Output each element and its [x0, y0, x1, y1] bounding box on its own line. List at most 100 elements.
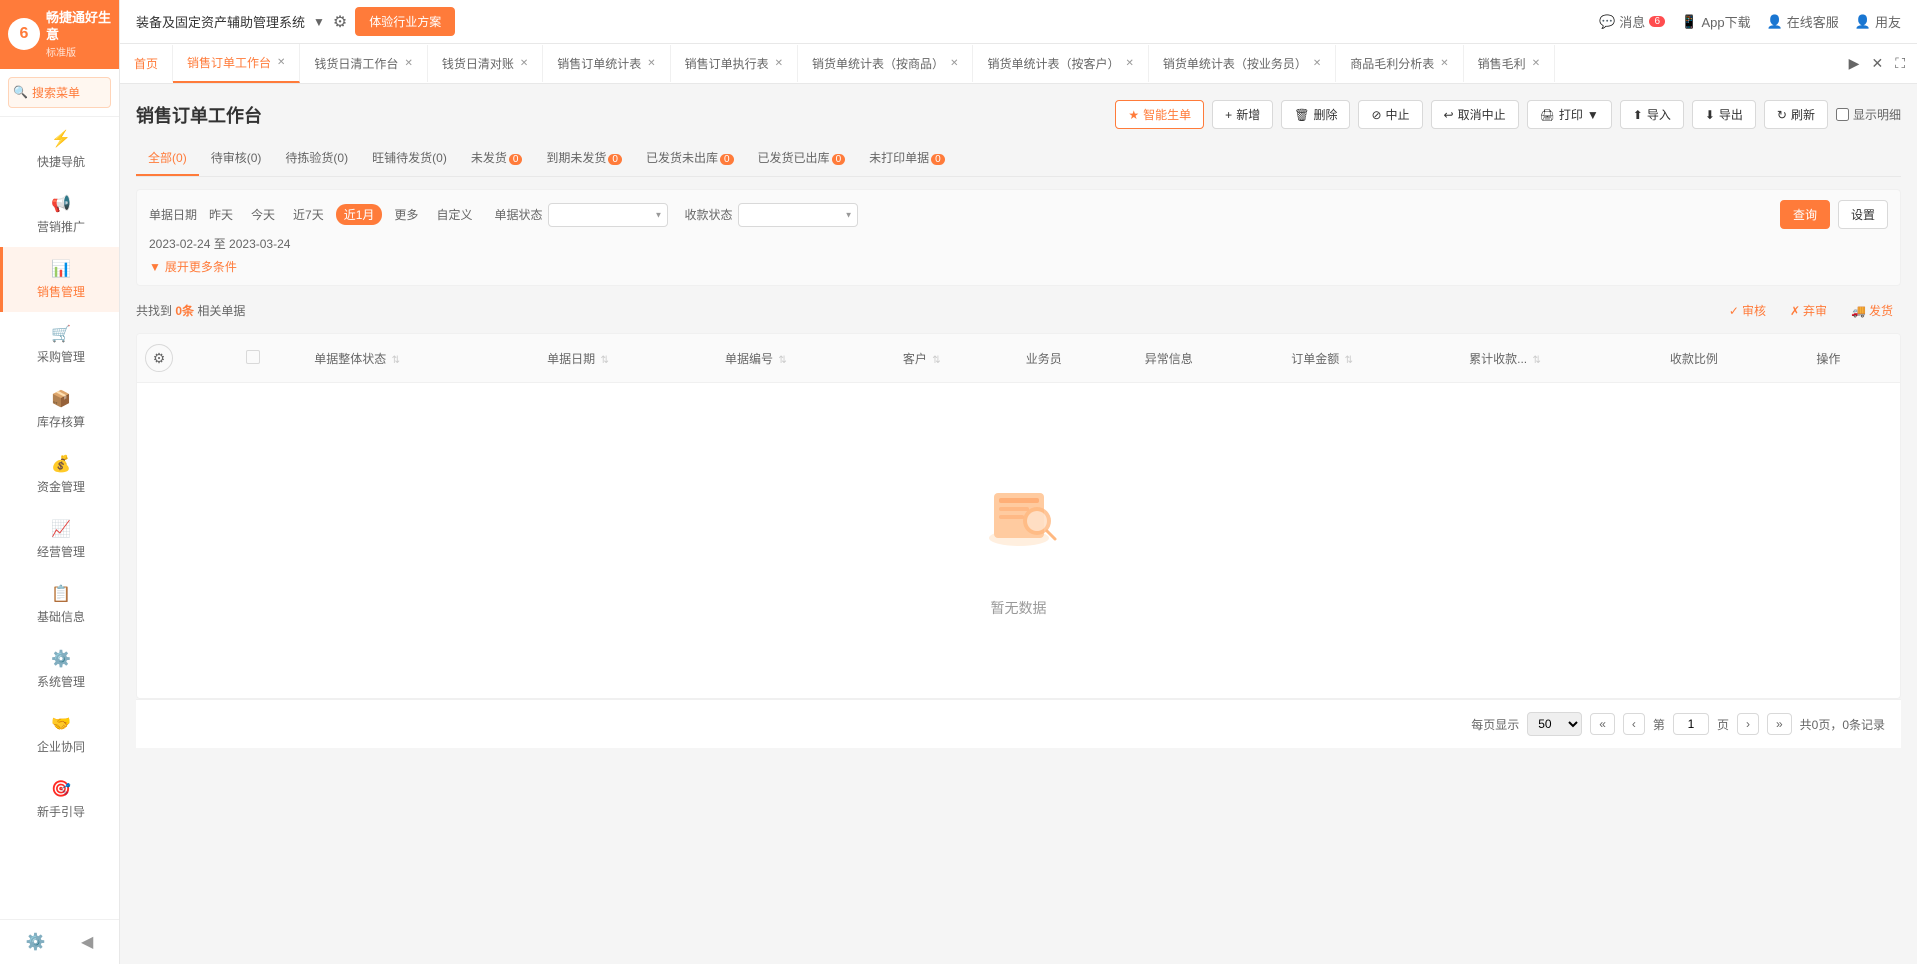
tab-cash-daily[interactable]: 钱货日清工作台 ✕: [300, 45, 427, 82]
tab-home[interactable]: 首页: [120, 45, 173, 82]
user-btn[interactable]: 👤 用友: [1855, 12, 1901, 31]
cancel-stop-btn[interactable]: ↩ 取消中止: [1431, 100, 1519, 129]
last-page-btn[interactable]: »: [1767, 713, 1792, 735]
date-opt-today[interactable]: 今天: [245, 204, 281, 225]
tab-close-sales-stat[interactable]: ✕: [647, 58, 655, 69]
sidebar-item-purchase[interactable]: 🛒 采购管理: [0, 312, 119, 377]
sidebar-item-quick-nav[interactable]: ⚡ 快捷导航: [0, 117, 119, 182]
date-opt-custom[interactable]: 自定义: [430, 204, 478, 225]
subtab-shipped-not-out[interactable]: 已发货未出库0: [634, 141, 746, 176]
stop-btn[interactable]: ⊘ 中止: [1358, 100, 1422, 129]
th-amount[interactable]: 订单金额 ⇅: [1283, 334, 1461, 383]
th-customer[interactable]: 客户 ⇅: [895, 334, 1018, 383]
settings-bottom-btn[interactable]: ⚙️: [22, 928, 50, 956]
tab-sales-profit[interactable]: 销售毛利 ✕: [1464, 45, 1555, 82]
page-label: 第: [1653, 716, 1665, 733]
tab-product-margin[interactable]: 商品毛利分析表 ✕: [1336, 45, 1463, 82]
ship-btn[interactable]: 🚚 发货: [1843, 298, 1901, 323]
delete-btn[interactable]: 🗑 删除: [1281, 100, 1350, 129]
subtab-not-printed-badge: 0: [931, 154, 945, 165]
date-opt-1month[interactable]: 近1月: [336, 204, 383, 225]
per-page-select[interactable]: 10 20 50 100: [1527, 712, 1582, 736]
import-btn[interactable]: ⬆ 导入: [1620, 100, 1684, 129]
logo[interactable]: 6 畅捷通好生意 标准版: [0, 0, 119, 69]
show-detail-checkbox[interactable]: [1836, 108, 1849, 121]
smart-create-btn[interactable]: ★ 智能生单: [1115, 100, 1204, 129]
tab-sales-stat-staff[interactable]: 销货单统计表（按业务员） ✕: [1149, 45, 1336, 82]
sidebar-item-enterprise[interactable]: 🤝 企业协同: [0, 702, 119, 767]
collapse-btn[interactable]: ◀: [77, 928, 97, 956]
subtab-not-shipped[interactable]: 未发货0: [459, 141, 535, 176]
sidebar-item-sales[interactable]: 📊 销售管理: [0, 247, 119, 312]
payment-select[interactable]: [738, 203, 858, 227]
th-date[interactable]: 单据日期 ⇅: [539, 334, 717, 383]
subtab-pending-inspect[interactable]: 待拣验货(0): [273, 141, 360, 176]
tab-close-sales-profit[interactable]: ✕: [1532, 58, 1540, 69]
export-btn[interactable]: ⬇ 导出: [1692, 100, 1756, 129]
sidebar-item-finance[interactable]: 💰 资金管理: [0, 442, 119, 507]
tab-cash-reconcile[interactable]: 钱货日清对账 ✕: [428, 45, 543, 82]
subtab-expired-not-shipped[interactable]: 到期未发货0: [534, 141, 634, 176]
app-download-btn[interactable]: 📱 App下载: [1681, 12, 1750, 31]
date-opt-yesterday[interactable]: 昨天: [203, 204, 239, 225]
page-input[interactable]: [1673, 713, 1709, 735]
print-btn[interactable]: 🖨 打印 ▼: [1527, 100, 1612, 129]
tab-sales-stat-product[interactable]: 销货单统计表（按商品） ✕: [798, 45, 973, 82]
query-btn[interactable]: 查询: [1780, 200, 1830, 229]
select-all-checkbox[interactable]: [246, 350, 260, 364]
tab-sales-stat[interactable]: 销售订单统计表 ✕: [543, 45, 670, 82]
tab-close-all-btn[interactable]: ✕: [1867, 51, 1887, 76]
cancel-review-btn[interactable]: ✗ 弃审: [1782, 298, 1835, 323]
tab-sales-exec[interactable]: 销售订单执行表 ✕: [671, 45, 798, 82]
next-page-btn[interactable]: ›: [1737, 713, 1759, 735]
refresh-btn[interactable]: ↻ 刷新: [1764, 100, 1828, 129]
prev-page-btn[interactable]: ‹: [1623, 713, 1645, 735]
sidebar-item-operations[interactable]: 📈 经营管理: [0, 507, 119, 572]
review-btn[interactable]: ✓ 审核: [1721, 298, 1774, 323]
tab-close-sales-order[interactable]: ✕: [277, 57, 285, 68]
th-status[interactable]: 单据整体状态 ⇅: [306, 334, 539, 383]
cta-button[interactable]: 体验行业方案: [355, 7, 455, 36]
tab-sales-order[interactable]: 销售订单工作台 ✕: [173, 44, 300, 83]
subtab-pending-review[interactable]: 待审核(0): [199, 141, 274, 176]
tab-sales-stat-customer[interactable]: 销货单统计表（按客户） ✕: [973, 45, 1148, 82]
date-opt-more[interactable]: 更多: [388, 204, 424, 225]
sidebar-item-system[interactable]: ⚙️ 系统管理: [0, 637, 119, 702]
message-btn[interactable]: 💬 消息 6: [1599, 12, 1665, 31]
tab-close-sales-stat-product[interactable]: ✕: [950, 58, 958, 69]
show-detail-label[interactable]: 显示明细: [1836, 106, 1901, 123]
tab-close-sales-stat-customer[interactable]: ✕: [1125, 58, 1133, 69]
tab-close-sales-stat-staff[interactable]: ✕: [1313, 58, 1321, 69]
tab-close-cash-reconcile[interactable]: ✕: [520, 58, 528, 69]
sidebar-bottom: ⚙️ ◀: [0, 919, 119, 964]
date-opt-7days[interactable]: 近7天: [287, 204, 330, 225]
sidebar-item-newbie[interactable]: 🎯 新手引导: [0, 767, 119, 832]
tab-close-sales-exec[interactable]: ✕: [775, 58, 783, 69]
sidebar-item-base-info[interactable]: 📋 基础信息: [0, 572, 119, 637]
search-menu-button[interactable]: 🔍 搜索菜单: [8, 77, 111, 108]
sidebar-item-marketing[interactable]: 📢 营销推广: [0, 182, 119, 247]
filter-settings-btn[interactable]: 设置: [1838, 200, 1888, 229]
tab-close-cash-daily[interactable]: ✕: [404, 58, 412, 69]
app-sub: 标准版: [46, 44, 111, 59]
status-select[interactable]: [548, 203, 668, 227]
sidebar-item-inventory[interactable]: 📦 库存核算: [0, 377, 119, 442]
topbar-settings-btn[interactable]: ⚙: [333, 12, 347, 32]
th-staff: 业务员: [1018, 334, 1137, 383]
expand-filter-btn[interactable]: ▼ 展开更多条件: [149, 258, 1888, 275]
th-collected[interactable]: 累计收款... ⇅: [1461, 334, 1662, 383]
tab-fullscreen-btn[interactable]: ⛶: [1891, 51, 1909, 76]
add-btn[interactable]: + 新增: [1212, 100, 1273, 129]
subtab-wangpu-pending[interactable]: 旺铺待发货(0): [360, 141, 459, 176]
subtab-not-printed[interactable]: 未打印单据0: [857, 141, 957, 176]
system-title-dropdown[interactable]: ▼: [313, 15, 325, 29]
first-page-btn[interactable]: «: [1590, 713, 1615, 735]
th-number[interactable]: 单据编号 ⇅: [717, 334, 895, 383]
online-service-btn[interactable]: 👤 在线客服: [1767, 12, 1839, 31]
subtab-all[interactable]: 全部(0): [136, 141, 199, 176]
tab-scroll-right-btn[interactable]: ▶: [1845, 51, 1864, 76]
column-settings-btn[interactable]: ⚙: [145, 344, 173, 372]
tab-close-product-margin[interactable]: ✕: [1440, 58, 1448, 69]
subtab-shipped-out[interactable]: 已发货已出库0: [746, 141, 858, 176]
chevron-down-icon: ▼: [313, 15, 325, 29]
